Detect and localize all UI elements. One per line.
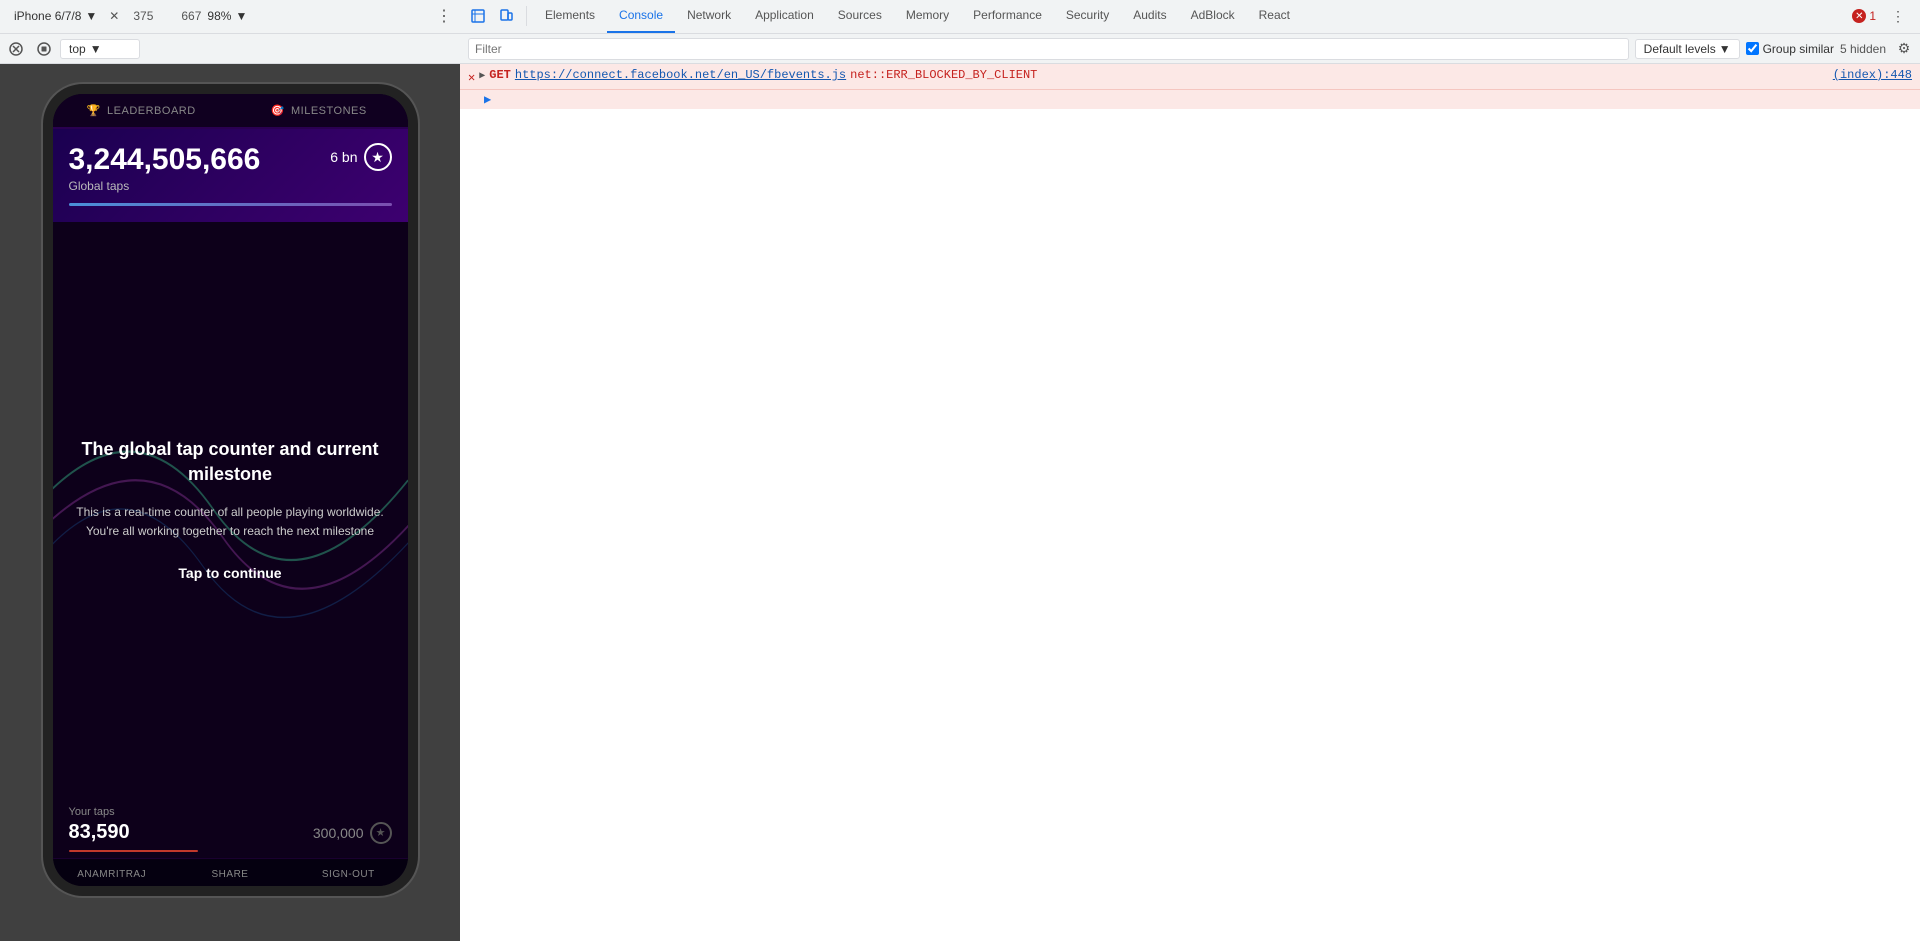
tab-elements[interactable]: Elements	[533, 0, 607, 33]
device-selector[interactable]: iPhone 6/7/8 ▼	[8, 7, 103, 25]
console-expand-row: ▶	[460, 90, 1920, 109]
devtools-tabs-bar: Elements Console Network Application Sou…	[460, 0, 1920, 34]
tab-audits[interactable]: Audits	[1121, 0, 1178, 33]
hidden-count: 5 hidden	[1840, 42, 1886, 56]
context-value: top	[69, 42, 86, 56]
device-toggle-button[interactable]	[492, 2, 520, 30]
close-icon[interactable]: ✕	[109, 9, 119, 23]
zoom-selector[interactable]: 98% ▼	[207, 9, 247, 23]
user-taps-section: Your taps 83,590 300,000 ★	[53, 796, 408, 858]
nav-share[interactable]: SHARE	[171, 869, 289, 880]
zoom-value: 98%	[207, 9, 231, 23]
group-similar-checkbox[interactable]	[1746, 42, 1759, 55]
milestone-star-icon: ★	[364, 143, 392, 171]
user-milestone-number: 300,000	[313, 825, 364, 841]
tab-performance[interactable]: Performance	[961, 0, 1054, 33]
user-progress-bar	[69, 850, 198, 852]
log-level-value: Default levels	[1644, 42, 1716, 56]
app-tab-leaderboard[interactable]: 🏆 LEADERBOARD	[53, 94, 231, 127]
devtools-more-button[interactable]: ⋮	[1884, 2, 1912, 30]
global-taps-section: 3,244,505,666 Global taps 6 bn ★	[53, 129, 408, 222]
tab-react[interactable]: React	[1247, 0, 1302, 33]
context-selector[interactable]: top ▼	[60, 39, 140, 59]
tap-to-continue[interactable]: Tap to continue	[178, 565, 281, 581]
global-progress-bar	[69, 203, 392, 206]
sim-height: 667	[181, 9, 201, 23]
tab-list: Elements Console Network Application Sou…	[533, 0, 1302, 33]
filter-input[interactable]	[468, 38, 1629, 60]
error-method: GET	[489, 68, 511, 82]
error-badge: ✕ 1	[1846, 7, 1882, 25]
console-right-tools: Default levels ▼ Group similar 5 hidden …	[468, 37, 1916, 61]
sim-more-button[interactable]: ⋮	[436, 6, 452, 26]
error-icon-symbol: ✕	[1855, 11, 1863, 22]
error-url[interactable]: https://connect.facebook.net/en_US/fbeve…	[515, 68, 846, 82]
user-taps-label: Your taps	[69, 806, 392, 818]
tab-security[interactable]: Security	[1054, 0, 1121, 33]
sim-width: 375	[133, 9, 153, 23]
milestones-icon: 🎯	[271, 104, 285, 117]
milestones-label: MILESTONES	[291, 105, 367, 117]
devtools-top-bar: iPhone 6/7/8 ▼ ✕ 375 667 98% ▼ ⋮ Element…	[0, 0, 1920, 34]
console-left-tools: top ▼	[4, 37, 464, 61]
tab-console[interactable]: Console	[607, 0, 675, 33]
device-name: iPhone 6/7/8	[14, 9, 81, 23]
error-count-icon: ✕	[1852, 9, 1866, 23]
app-tab-milestones[interactable]: 🎯 MILESTONES	[230, 94, 408, 127]
error-message: net::ERR_BLOCKED_BY_CLIENT	[850, 68, 1037, 82]
tab-network[interactable]: Network	[675, 0, 743, 33]
user-taps-row: 83,590 300,000 ★	[69, 821, 392, 844]
user-taps-number: 83,590	[69, 821, 130, 844]
tab-application[interactable]: Application	[743, 0, 826, 33]
more-icon: ⋮	[1891, 8, 1905, 25]
console-toolbar: top ▼ Default levels ▼ Group similar 5 h…	[0, 34, 1920, 64]
device-dropdown-icon: ▼	[85, 9, 97, 23]
nav-username[interactable]: ANAMRITRAJ	[53, 869, 171, 880]
group-similar-text: Group similar	[1763, 42, 1834, 56]
tab-adblock[interactable]: AdBlock	[1179, 0, 1247, 33]
nav-signout[interactable]: SIGN-OUT	[289, 869, 407, 880]
context-dropdown-icon: ▼	[90, 42, 102, 56]
settings-gear-icon[interactable]: ⚙	[1892, 37, 1916, 61]
tab-sources[interactable]: Sources	[826, 0, 894, 33]
milestone-text: 6 bn	[330, 149, 357, 165]
leaderboard-icon: 🏆	[87, 104, 101, 117]
simulator-bar: iPhone 6/7/8 ▼ ✕ 375 667 98% ▼ ⋮	[0, 0, 460, 34]
phone-frame: 🏆 LEADERBOARD 🎯 MILESTONES 3,244,505,666…	[43, 84, 418, 896]
devtools-right-icons: ✕ 1 ⋮	[1846, 2, 1916, 30]
stop-recording-button[interactable]	[32, 37, 56, 61]
log-level-dropdown-icon: ▼	[1719, 42, 1731, 56]
error-icon: ✕	[468, 70, 475, 85]
milestone-badge: 6 bn ★	[330, 143, 391, 171]
expand-arrow[interactable]: ▶	[479, 70, 485, 82]
phone-screen: 🏆 LEADERBOARD 🎯 MILESTONES 3,244,505,666…	[53, 94, 408, 886]
expand-icon[interactable]: ▶	[484, 92, 491, 107]
user-star-icon: ★	[370, 822, 392, 844]
clear-console-button[interactable]	[4, 37, 28, 61]
app-bottom-nav: ANAMRITRAJ SHARE SIGN-OUT	[53, 858, 408, 886]
inspect-element-button[interactable]	[464, 2, 492, 30]
console-error-row: ✕ ▶ GET https://connect.facebook.net/en_…	[460, 64, 1920, 90]
error-source[interactable]: (index):448	[1833, 68, 1912, 82]
user-milestone: 300,000 ★	[313, 822, 392, 844]
log-level-selector[interactable]: Default levels ▼	[1635, 39, 1740, 59]
zoom-dropdown-icon: ▼	[235, 9, 247, 23]
leaderboard-label: LEADERBOARD	[107, 105, 196, 117]
app-headline: The global tap counter and current miles…	[73, 437, 388, 487]
separator	[526, 6, 527, 26]
console-panel: ✕ ▶ GET https://connect.facebook.net/en_…	[460, 64, 1920, 941]
global-taps-label: Global taps	[69, 179, 392, 193]
app-content[interactable]: The global tap counter and current miles…	[53, 222, 408, 796]
main-area: 🏆 LEADERBOARD 🎯 MILESTONES 3,244,505,666…	[0, 64, 1920, 941]
group-similar-label[interactable]: Group similar	[1746, 42, 1834, 56]
simulator-panel: 🏆 LEADERBOARD 🎯 MILESTONES 3,244,505,666…	[0, 64, 460, 941]
app-subtext: This is a real-time counter of all peopl…	[73, 503, 388, 541]
error-count: 1	[1869, 9, 1876, 23]
tab-memory[interactable]: Memory	[894, 0, 961, 33]
app-tabs: 🏆 LEADERBOARD 🎯 MILESTONES	[53, 94, 408, 129]
